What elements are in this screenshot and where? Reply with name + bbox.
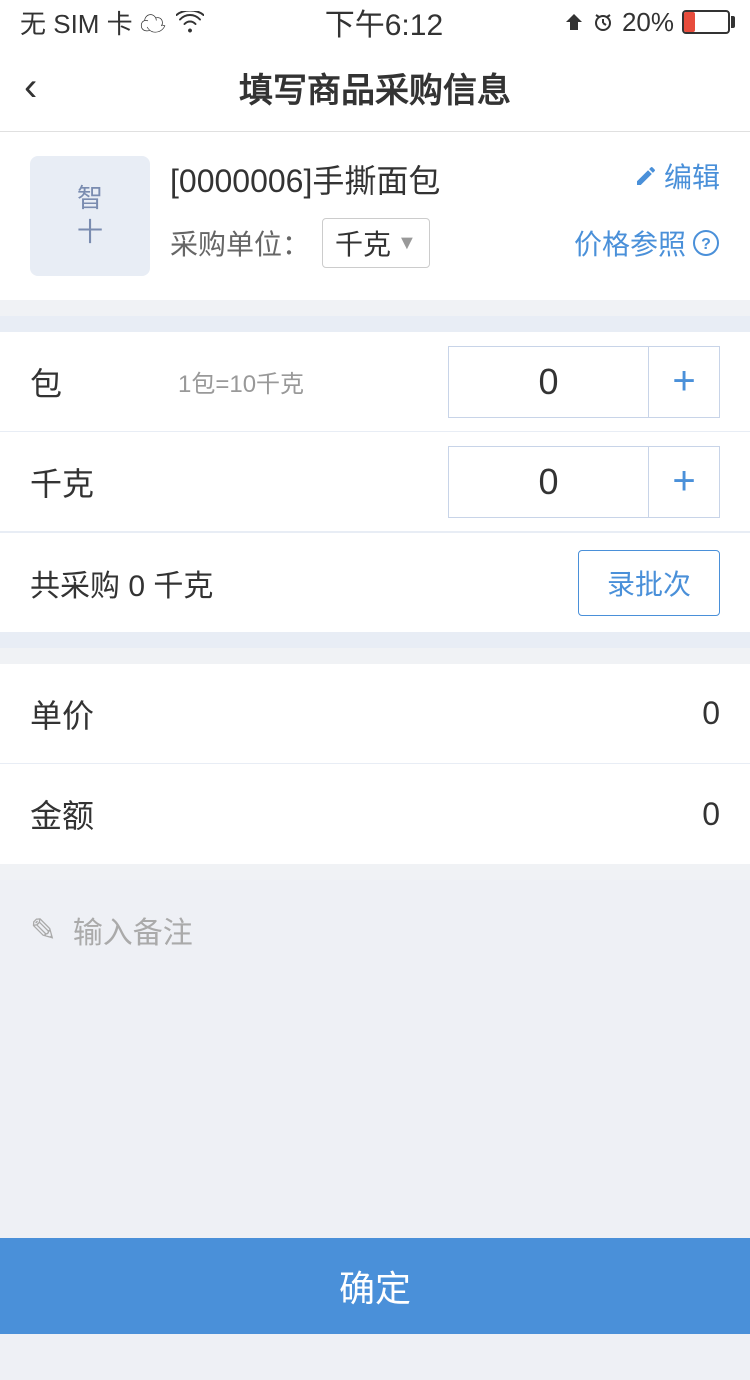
product-name: [0000006]手撕面包 <box>170 156 440 202</box>
kg-label: 千克 <box>30 459 170 505</box>
alarm-icon <box>592 11 614 33</box>
edit-button[interactable]: 编辑 <box>634 156 720 196</box>
amount-row: 金额 0 <box>0 764 750 864</box>
unit-price-row: 单价 0 <box>0 664 750 764</box>
product-info: [0000006]手撕面包 编辑 采购单位： 千克 ▼ 价格参照 ? <box>170 156 720 268</box>
product-card: 智 十 [0000006]手撕面包 编辑 采购单位： 千克 ▼ 价格参照 <box>0 132 750 300</box>
battery-icon <box>682 10 730 34</box>
battery-percent: 20% <box>622 7 674 38</box>
nav-bar: ‹ 填写商品采购信息 <box>0 44 750 132</box>
unit-price-value: 0 <box>702 695 720 732</box>
location-icon <box>564 12 584 32</box>
status-bar: 无 SIM 卡 ☁ 下午6:12 20% <box>0 0 750 44</box>
purchase-unit-left: 采购单位： 千克 ▼ <box>170 218 430 268</box>
page-title: 填写商品采购信息 <box>239 63 511 112</box>
summary-text: 共采购 0 千克 <box>30 561 578 605</box>
back-button[interactable]: ‹ <box>24 65 37 110</box>
battery-fill <box>684 12 695 32</box>
unit-price-label: 单价 <box>30 691 702 737</box>
kg-input-row: 千克 + <box>0 432 750 532</box>
bag-plus-button[interactable]: + <box>648 346 720 418</box>
remark-section[interactable]: ✎ 输入备注 <box>0 880 750 980</box>
section-separator-2 <box>0 632 750 648</box>
confirm-button-label: 确定 <box>339 1260 411 1312</box>
kg-qty-input[interactable] <box>448 446 648 518</box>
purchase-unit-label: 采购单位： <box>170 223 310 263</box>
wifi-icon <box>176 11 204 33</box>
price-section: 单价 0 金额 0 <box>0 664 750 864</box>
product-name-row: [0000006]手撕面包 编辑 <box>170 156 720 202</box>
unit-dropdown[interactable]: 千克 ▼ <box>322 218 430 268</box>
bag-qty-wrapper: + <box>448 346 720 418</box>
help-icon: ? <box>692 229 720 257</box>
sim-status: 无 SIM 卡 ☁ <box>20 4 166 41</box>
bag-qty-input[interactable] <box>448 346 648 418</box>
section-separator-1 <box>0 316 750 332</box>
product-thumbnail: 智 十 <box>30 156 150 276</box>
record-batch-button[interactable]: 录批次 <box>578 550 720 616</box>
purchase-unit-row: 采购单位： 千克 ▼ 价格参照 ? <box>170 218 720 268</box>
status-bar-time: 下午6:12 <box>325 0 443 44</box>
kg-plus-button[interactable]: + <box>648 446 720 518</box>
confirm-button[interactable]: 确定 <box>0 1238 750 1334</box>
bag-sublabel: 1包=10千克 <box>178 364 304 399</box>
edit-icon <box>634 164 658 188</box>
amount-value: 0 <box>702 796 720 833</box>
price-ref-button[interactable]: 价格参照 ? <box>574 223 720 263</box>
svg-text:?: ? <box>701 236 711 253</box>
remark-placeholder: 输入备注 <box>73 908 193 952</box>
amount-label: 金额 <box>30 791 702 837</box>
pencil-icon: ✎ <box>30 911 57 949</box>
summary-row: 共采购 0 千克 录批次 <box>0 532 750 632</box>
status-bar-left: 无 SIM 卡 ☁ <box>20 4 204 41</box>
status-bar-right: 20% <box>564 7 730 38</box>
input-section: 包 1包=10千克 + 千克 + <box>0 332 750 532</box>
bag-label: 包 <box>30 359 170 405</box>
kg-qty-wrapper: + <box>448 446 720 518</box>
bag-input-row: 包 1包=10千克 + <box>0 332 750 432</box>
